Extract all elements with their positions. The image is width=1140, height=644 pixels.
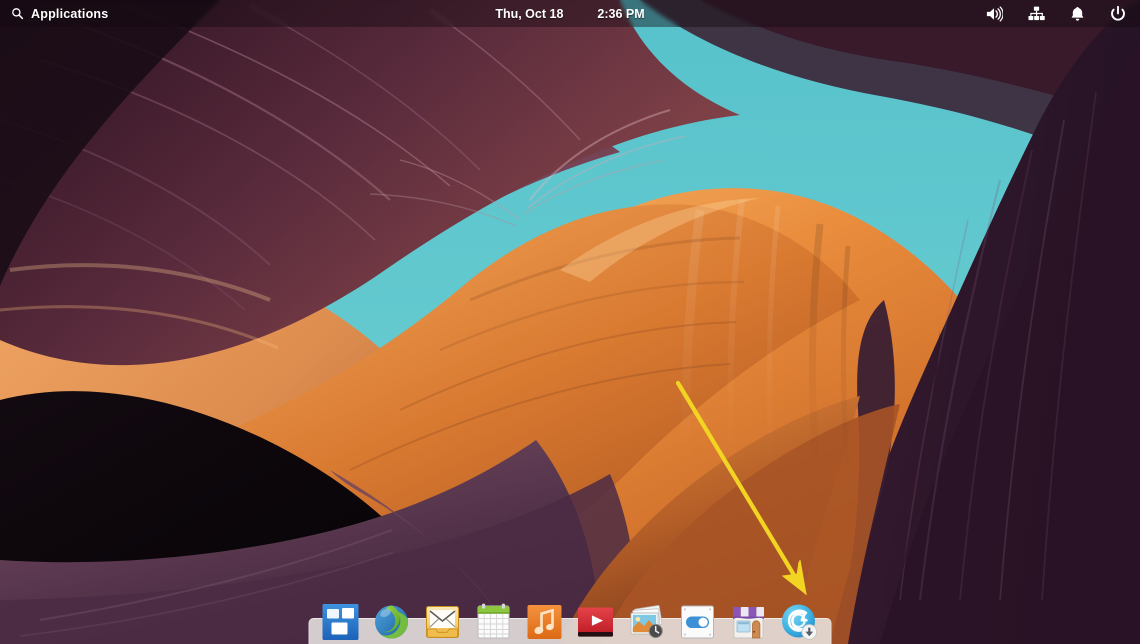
panel-clock[interactable]: Thu, Oct 18 2:36 PM bbox=[0, 0, 1140, 27]
dock-item-appcenter[interactable] bbox=[729, 602, 769, 642]
notifications-indicator[interactable] bbox=[1070, 6, 1085, 22]
applications-label: Applications bbox=[31, 6, 109, 21]
desktop-wallpaper bbox=[0, 0, 1140, 644]
dock-item-install[interactable] bbox=[780, 602, 820, 642]
dock-item-videos[interactable] bbox=[576, 602, 616, 642]
dock-item-calendar[interactable] bbox=[474, 602, 514, 642]
sound-indicator[interactable] bbox=[985, 5, 1003, 22]
top-panel: Applications Thu, Oct 18 2:36 PM bbox=[0, 0, 1140, 27]
dock-item-system-settings[interactable] bbox=[678, 602, 718, 642]
panel-indicators bbox=[985, 0, 1140, 27]
clock-date: Thu, Oct 18 bbox=[495, 6, 564, 21]
dock-item-multitasking-view[interactable] bbox=[321, 602, 361, 642]
session-indicator[interactable] bbox=[1110, 5, 1126, 22]
dock-item-music[interactable] bbox=[525, 602, 565, 642]
applications-menu-button[interactable]: Applications bbox=[0, 7, 108, 21]
dock-item-photos[interactable] bbox=[627, 602, 667, 642]
network-indicator[interactable] bbox=[1028, 6, 1045, 21]
dock bbox=[321, 596, 820, 642]
clock-time: 2:36 PM bbox=[597, 6, 645, 21]
dock-item-mail[interactable] bbox=[423, 602, 463, 642]
search-icon bbox=[11, 7, 24, 20]
dock-item-web-browser[interactable] bbox=[372, 602, 412, 642]
desktop: Applications Thu, Oct 18 2:36 PM bbox=[0, 0, 1140, 644]
